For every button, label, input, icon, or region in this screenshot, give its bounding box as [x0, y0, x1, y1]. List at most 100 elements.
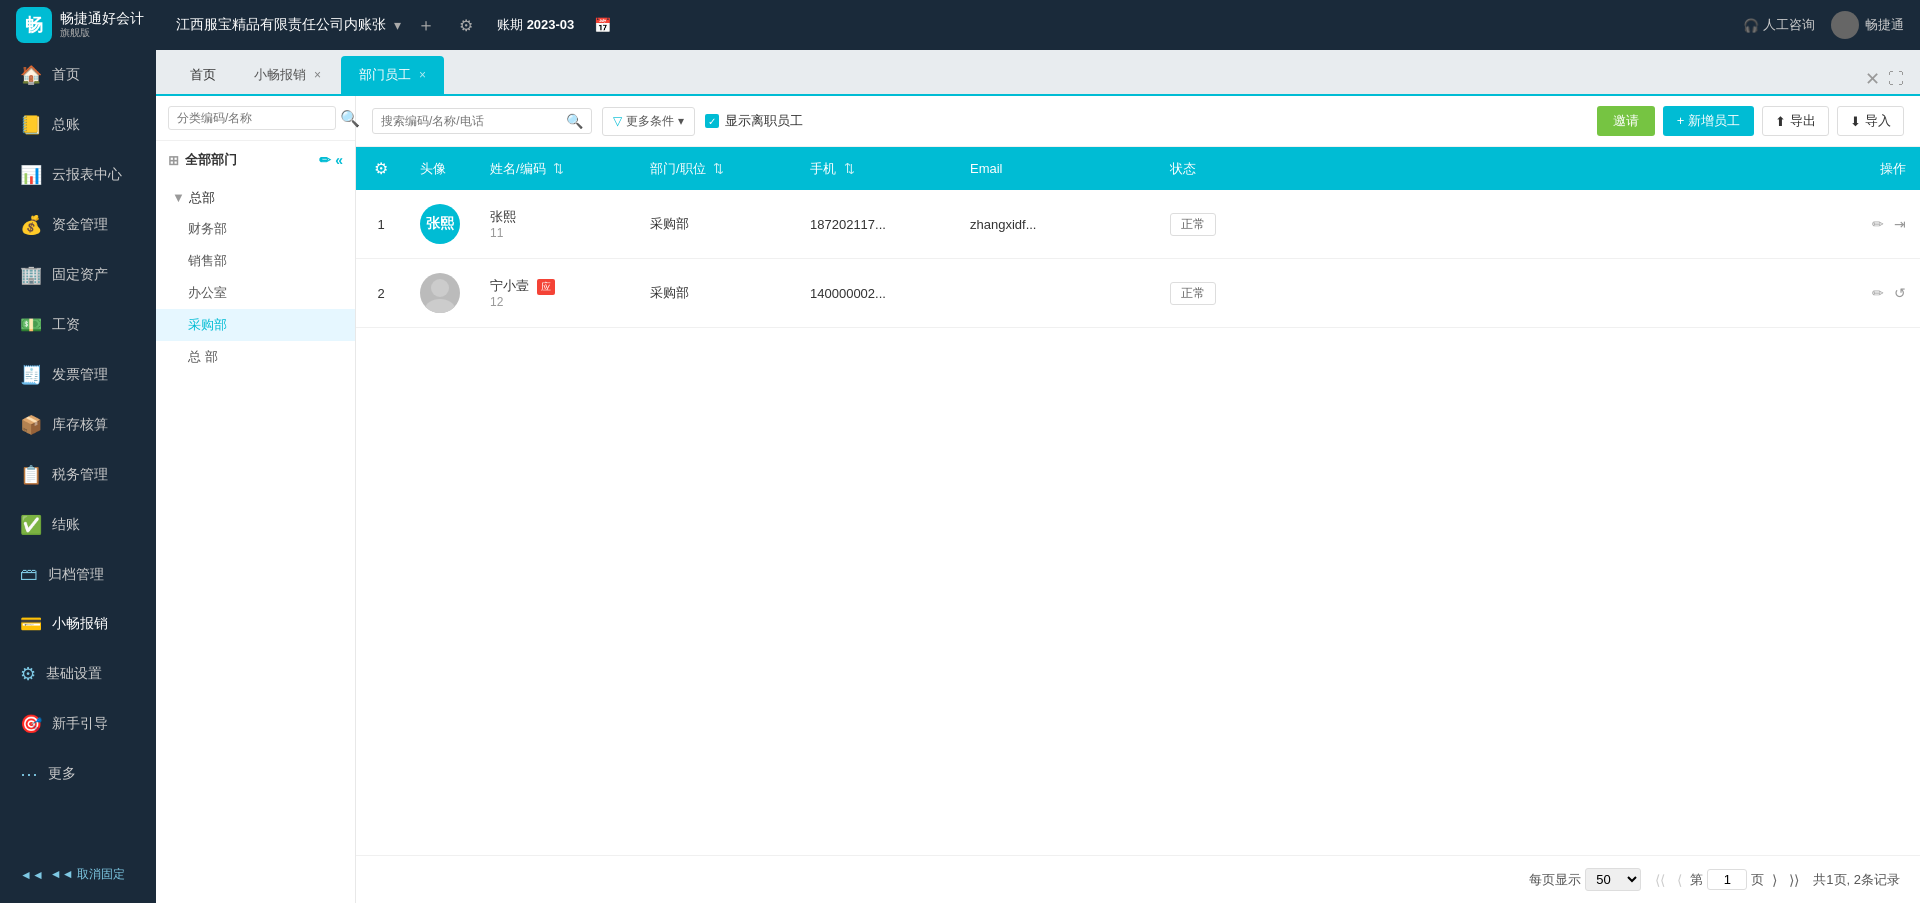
dept-item-sales[interactable]: 销售部: [156, 245, 355, 277]
row2-edit-icon[interactable]: ✏: [1872, 285, 1884, 301]
settings-btn[interactable]: ⚙: [459, 16, 473, 35]
sidebar-item-expense[interactable]: 💳 小畅报销: [0, 599, 156, 649]
unpin-label: ◄◄ 取消固定: [50, 866, 125, 883]
row1-dept: 采购部: [636, 190, 796, 259]
company-dropdown[interactable]: ▾: [394, 17, 401, 33]
emp-name-1: 张熙: [490, 208, 622, 226]
support-label: 人工咨询: [1763, 16, 1815, 34]
close-window-icon[interactable]: ✕: [1865, 68, 1880, 90]
row2-refresh-icon[interactable]: ↺: [1894, 285, 1906, 301]
tab-expense[interactable]: 小畅报销 ×: [236, 56, 339, 94]
page-nav: ⟨⟨ ⟨ 第 页 ⟩ ⟩⟩: [1651, 869, 1803, 890]
employee-search-icon[interactable]: 🔍: [566, 113, 583, 129]
dept-edit-icon[interactable]: ✏: [319, 152, 331, 168]
page-content: 🔍 ⊞ 全部部门 ✏ « ▼总部 财务部: [156, 96, 1920, 903]
invite-btn[interactable]: 邀请: [1597, 106, 1655, 136]
period-label: 账期 2023-03: [497, 16, 574, 34]
pagination-bar: 每页显示 50 100 200 ⟨⟨ ⟨ 第 页 ⟩: [356, 855, 1920, 903]
phone-sort-icon[interactable]: ⇅: [844, 161, 855, 176]
row1-edit-icon[interactable]: ✏: [1872, 216, 1884, 232]
import-btn[interactable]: ⬇ 导入: [1837, 106, 1904, 136]
row2-dept: 采购部: [636, 259, 796, 328]
headset-icon: 🎧: [1743, 18, 1759, 33]
dept-all-label[interactable]: ⊞ 全部部门: [168, 151, 237, 169]
last-page-btn[interactable]: ⟩⟩: [1785, 870, 1803, 890]
dept-item-office[interactable]: 办公室: [156, 277, 355, 309]
sidebar-item-salary[interactable]: 💵 工资: [0, 300, 156, 350]
row2-phone: 140000002...: [796, 259, 956, 328]
sidebar-item-invoice[interactable]: 🧾 发票管理: [0, 350, 156, 400]
sidebar-item-reports[interactable]: 📊 云报表中心: [0, 150, 156, 200]
toolbar-search-box: 🔍: [372, 108, 592, 134]
sidebar-item-more[interactable]: ⋯ 更多: [0, 749, 156, 799]
sidebar-item-settings[interactable]: ⚙ 基础设置: [0, 649, 156, 699]
expand-icon[interactable]: ⛶: [1888, 70, 1904, 88]
tab-home[interactable]: 首页: [172, 56, 234, 94]
col-settings[interactable]: ⚙: [356, 147, 406, 190]
show-resigned-checkbox[interactable]: ✓: [705, 114, 719, 128]
row1-logout-icon[interactable]: ⇥: [1894, 216, 1906, 232]
logo: 畅 畅捷通好会计 旗舰版: [16, 7, 156, 43]
employee-search-input[interactable]: [381, 114, 566, 128]
sidebar-label-invoice: 发票管理: [52, 366, 108, 384]
name-sort-icon[interactable]: ⇅: [553, 161, 564, 176]
assets-icon: 🏢: [20, 264, 42, 286]
dept-sort-icon[interactable]: ⇅: [713, 161, 724, 176]
logo-text-block: 畅捷通好会计 旗舰版: [60, 10, 144, 41]
dept-section-hq[interactable]: ▼总部: [156, 183, 355, 213]
col-phone[interactable]: 手机 ⇅: [796, 147, 956, 190]
sidebar-item-home[interactable]: 🏠 首页: [0, 50, 156, 100]
first-page-btn[interactable]: ⟨⟨: [1651, 870, 1669, 890]
dept-tree: ▼总部 财务部 销售部 办公室 采购部 总 部: [156, 179, 355, 903]
unpin-btn[interactable]: ◄◄ ◄◄ 取消固定: [0, 856, 156, 893]
more-filter-btn[interactable]: ▽ 更多条件 ▾: [602, 107, 695, 136]
tab-employee-close[interactable]: ×: [419, 68, 426, 82]
page-input[interactable]: [1707, 869, 1747, 890]
dept-search-input[interactable]: [168, 106, 336, 130]
add-company-btn[interactable]: ＋: [417, 13, 435, 37]
col-status: 状态: [1156, 147, 1316, 190]
sidebar-item-tax[interactable]: 📋 税务管理: [0, 450, 156, 500]
next-page-btn[interactable]: ⟩: [1768, 870, 1781, 890]
sidebar-item-assets[interactable]: 🏢 固定资产: [0, 250, 156, 300]
export-btn[interactable]: ⬆ 导出: [1762, 106, 1829, 136]
table-settings-icon[interactable]: ⚙: [374, 160, 388, 177]
col-email: Email: [956, 147, 1156, 190]
guide-icon: 🎯: [20, 713, 42, 735]
tab-expense-close[interactable]: ×: [314, 68, 321, 82]
col-name-code[interactable]: 姓名/编码 ⇅: [476, 147, 636, 190]
sidebar-item-guide[interactable]: 🎯 新手引导: [0, 699, 156, 749]
col-dept[interactable]: 部门/职位 ⇅: [636, 147, 796, 190]
sidebar-item-archive[interactable]: 🗃 归档管理: [0, 550, 156, 599]
sidebar-item-ledger[interactable]: 📒 总账: [0, 100, 156, 150]
export-label: 导出: [1790, 112, 1816, 130]
ledger-icon: 📒: [20, 114, 42, 136]
sidebar-item-funds[interactable]: 💰 资金管理: [0, 200, 156, 250]
dept-item-finance[interactable]: 财务部: [156, 213, 355, 245]
logo-icon: 畅: [16, 7, 52, 43]
sidebar-label-expense: 小畅报销: [52, 615, 108, 633]
sidebar-item-closing[interactable]: ✅ 结账: [0, 500, 156, 550]
filter-chevron-icon: ▾: [678, 114, 684, 128]
calendar-icon[interactable]: 📅: [594, 17, 611, 33]
logo-sub: 旗舰版: [60, 26, 144, 40]
page-label: 页: [1751, 871, 1764, 889]
dept-item-general[interactable]: 总 部: [156, 341, 355, 373]
dept-item-purchase[interactable]: 采购部: [156, 309, 355, 341]
per-page-dropdown[interactable]: 50 100 200: [1585, 868, 1641, 891]
sidebar-label-guide: 新手引导: [52, 715, 108, 733]
add-employee-btn[interactable]: + 新增员工: [1663, 106, 1754, 136]
import-label: 导入: [1865, 112, 1891, 130]
topbar-right: 🎧 人工咨询 畅捷通: [1743, 11, 1904, 39]
tab-employee[interactable]: 部门员工 ×: [341, 56, 444, 94]
sidebar-item-inventory[interactable]: 📦 库存核算: [0, 400, 156, 450]
sidebar-label-funds: 资金管理: [52, 216, 108, 234]
prev-page-btn[interactable]: ⟨: [1673, 870, 1686, 890]
inventory-icon: 📦: [20, 414, 42, 436]
support-btn[interactable]: 🎧 人工咨询: [1743, 16, 1815, 34]
topbar: 畅 畅捷通好会计 旗舰版 江西服宝精品有限责任公司内账张 ▾ ＋ ⚙ 账期 20…: [0, 0, 1920, 50]
archive-icon: 🗃: [20, 564, 38, 585]
dept-collapse-icon[interactable]: «: [335, 152, 343, 168]
user-name: 畅捷通: [1865, 16, 1904, 34]
user-btn[interactable]: 畅捷通: [1831, 11, 1904, 39]
